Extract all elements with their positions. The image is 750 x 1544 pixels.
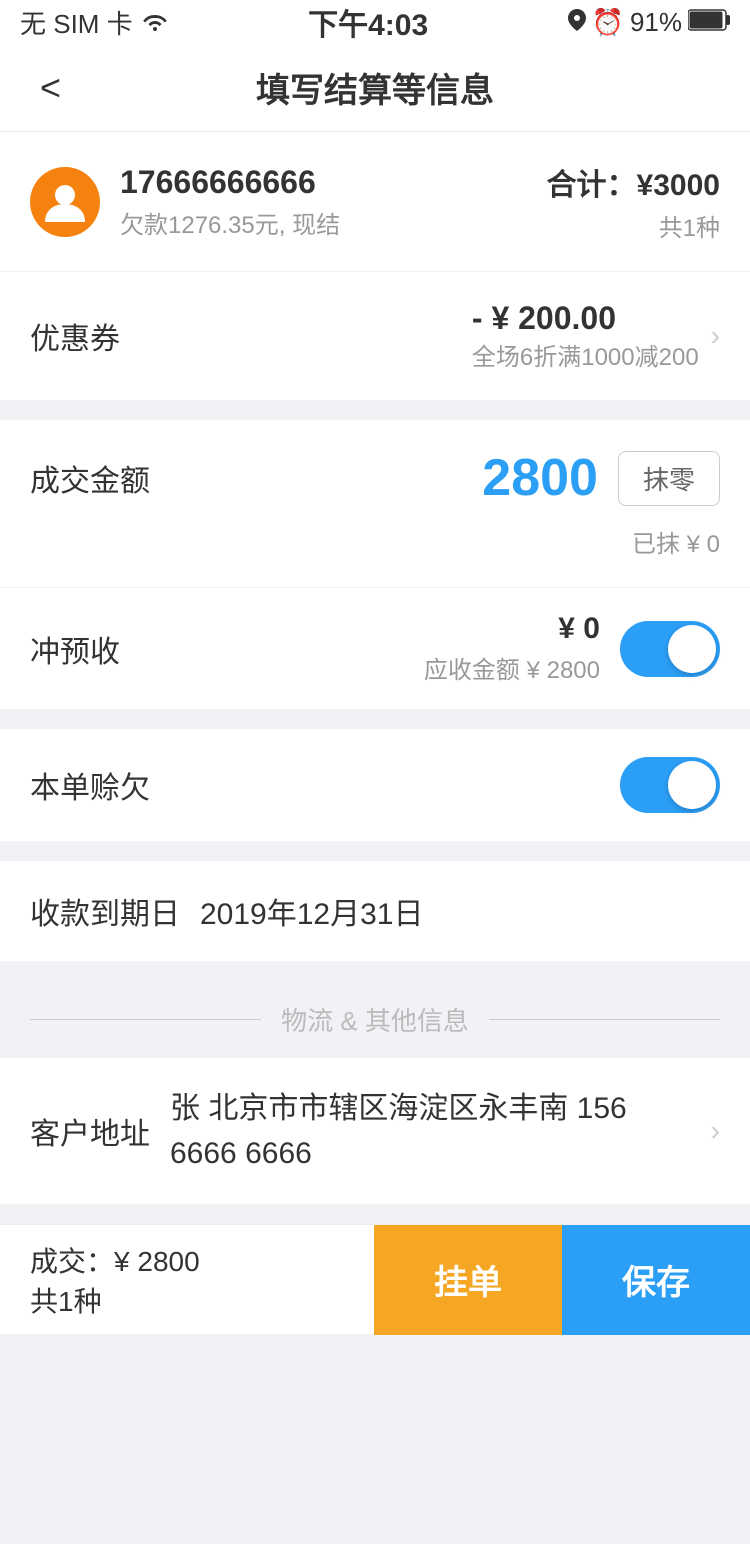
wifi-icon: [141, 7, 169, 38]
transaction-label: 成交金额: [30, 456, 150, 500]
advance-right: ¥ 0 应收金额 ¥ 2800: [424, 612, 720, 685]
coupon-label: 优惠券: [30, 314, 120, 358]
chevron-right-icon: ›: [711, 320, 720, 352]
bottom-summary-count: 共1种: [30, 1280, 344, 1320]
status-left: 无 SIM 卡: [20, 4, 169, 41]
customer-right: 合计：¥3000 共1种: [547, 160, 720, 243]
round-zero-button[interactable]: 抹零: [618, 451, 720, 506]
customer-debt: 欠款1276.35元, 现结: [120, 205, 340, 240]
address-value: 张 北京市市辖区海淀区永丰南 156 6666 6666: [170, 1086, 691, 1176]
avatar: [30, 167, 100, 237]
bottom-summary-amount: ¥ 2800: [114, 1246, 200, 1277]
advance-row: 冲预收 ¥ 0 应收金额 ¥ 2800: [0, 587, 750, 709]
coupon-description: 全场6折满1000减200: [472, 337, 699, 372]
address-row[interactable]: 客户地址 张 北京市市辖区海淀区永丰南 156 6666 6666 ›: [0, 1058, 750, 1204]
transaction-card: 成交金额 2800 抹零 已抹 ¥ 0 冲预收 ¥ 0 应收金额 ¥ 2800: [0, 420, 750, 709]
total-count: 共1种: [547, 208, 720, 243]
pending-button[interactable]: 挂单: [374, 1225, 562, 1335]
transaction-section: 成交金额 2800 抹零 已抹 ¥ 0: [0, 420, 750, 587]
due-date-section: 收款到期日 2019年12月31日: [0, 861, 750, 961]
save-button[interactable]: 保存: [562, 1225, 750, 1335]
customer-row: 17666666666 欠款1276.35元, 现结 合计：¥3000 共1种: [0, 132, 750, 271]
due-date-value: 2019年12月31日: [200, 889, 423, 933]
bottom-summary-prefix: 成交：: [30, 1246, 114, 1277]
coupon-right: - ¥ 200.00 全场6折满1000减200 ›: [472, 300, 720, 372]
bottom-summary: 成交：¥ 2800 共1种: [0, 1240, 374, 1320]
nav-bar: < 填写结算等信息: [0, 44, 750, 132]
advance-receivable: 应收金额 ¥ 2800: [424, 650, 600, 685]
transaction-amount: 2800: [482, 448, 598, 508]
customer-info: 17666666666 欠款1276.35元, 现结: [120, 164, 340, 240]
toggle-knob: [668, 625, 716, 673]
transaction-right: 2800 抹零: [482, 448, 720, 508]
coupon-discount: - ¥ 200.00: [472, 300, 699, 337]
already-rounded: 已抹 ¥ 0: [30, 524, 720, 559]
battery-text: 91%: [630, 7, 682, 38]
logistics-text: 物流 & 其他信息: [281, 1001, 469, 1038]
logistics-line-left: [30, 1019, 261, 1020]
due-date-label: 收款到期日: [30, 889, 180, 933]
advance-amount-block: ¥ 0 应收金额 ¥ 2800: [424, 612, 600, 685]
customer-left: 17666666666 欠款1276.35元, 现结: [30, 164, 340, 240]
status-right: ⏰ 91%: [568, 7, 730, 38]
alarm-icon: ⏰: [592, 7, 624, 38]
status-time: 下午4:03: [308, 0, 428, 44]
debit-label: 本单赊欠: [30, 763, 150, 807]
chevron-right-address-icon: ›: [711, 1115, 720, 1147]
sim-status: 无 SIM 卡: [20, 4, 133, 41]
page-title: 填写结算等信息: [256, 63, 494, 112]
advance-toggle[interactable]: [620, 621, 720, 677]
advance-label: 冲预收: [30, 627, 120, 671]
logistics-line-right: [489, 1019, 720, 1020]
advance-amount: ¥ 0: [424, 612, 600, 646]
location-icon: [568, 7, 586, 38]
status-bar: 无 SIM 卡 下午4:03 ⏰ 91%: [0, 0, 750, 44]
address-label: 客户地址: [30, 1109, 150, 1153]
customer-card: 17666666666 欠款1276.35元, 现结 合计：¥3000 共1种 …: [0, 132, 750, 400]
transaction-row: 成交金额 2800 抹零: [30, 448, 720, 508]
coupon-row[interactable]: 优惠券 - ¥ 200.00 全场6折满1000减200 ›: [0, 271, 750, 400]
bottom-bar: 成交：¥ 2800 共1种 挂单 保存: [0, 1224, 750, 1334]
logistics-divider: 物流 & 其他信息: [0, 981, 750, 1058]
customer-phone: 17666666666: [120, 164, 340, 201]
bottom-summary-top: 成交：¥ 2800: [30, 1240, 344, 1280]
back-button[interactable]: <: [30, 57, 71, 119]
debit-toggle-knob: [668, 761, 716, 809]
battery-icon: [688, 7, 730, 38]
debit-toggle[interactable]: [620, 757, 720, 813]
total-amount: 合计：¥3000: [547, 160, 720, 204]
debit-section: 本单赊欠: [0, 729, 750, 841]
